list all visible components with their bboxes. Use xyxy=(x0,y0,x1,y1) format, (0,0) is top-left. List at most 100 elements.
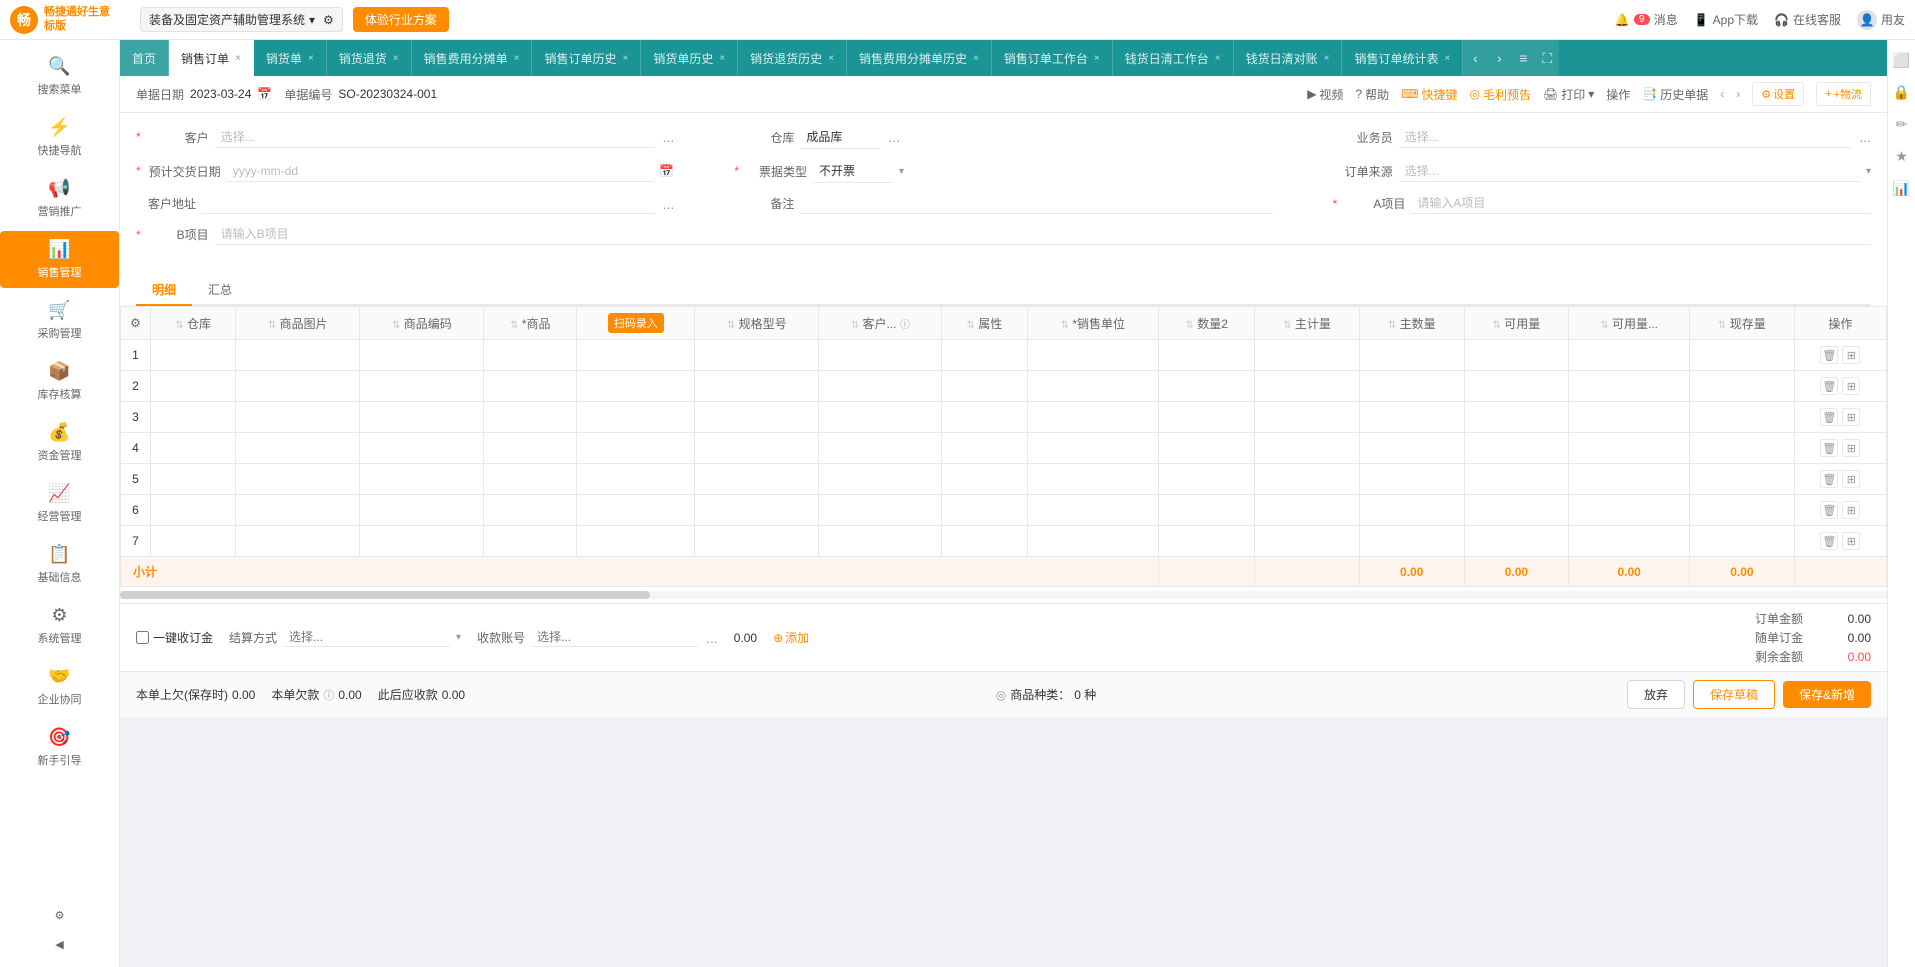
delivery-cal-icon[interactable]: 📅 xyxy=(659,164,674,178)
system-selector[interactable]: 装备及固定资产辅助管理系统 ▾ ⚙ xyxy=(140,7,343,32)
history-btn[interactable]: 📑 历史单据 xyxy=(1642,86,1708,103)
shortcut-btn[interactable]: ⌨ 快捷键 xyxy=(1401,86,1457,103)
col-product[interactable]: ⇅ *商品 xyxy=(484,307,577,340)
right-panel-icon-4[interactable]: ★ xyxy=(1890,144,1914,168)
sidebar-item-management[interactable]: 📈 经营管理 xyxy=(0,475,119,532)
user-btn[interactable]: 👤 用友 xyxy=(1857,10,1905,30)
sidebar-item-purchase[interactable]: 🛒 采购管理 xyxy=(0,292,119,349)
row-delete-btn[interactable]: 🗑 xyxy=(1820,501,1838,519)
right-panel-icon-1[interactable]: ⬜ xyxy=(1890,48,1914,72)
col-customer-code[interactable]: ⇅ 客户... ⓘ xyxy=(819,307,942,340)
salesperson-more-btn[interactable]: ... xyxy=(1859,129,1871,145)
tab-goods-history[interactable]: 销货单历史 × xyxy=(641,40,738,76)
print-btn[interactable]: 🖨 打印 ▾ xyxy=(1543,86,1594,103)
tab-close-icon[interactable]: × xyxy=(828,53,834,64)
tab-close-icon[interactable]: × xyxy=(514,53,520,64)
calendar-icon[interactable]: 📅 xyxy=(257,87,272,101)
tab-close-icon[interactable]: × xyxy=(719,53,725,64)
notice-btn[interactable]: 🔔 9 消息 xyxy=(1615,11,1678,28)
tab-summary[interactable]: 汇总 xyxy=(192,275,248,306)
info-icon[interactable]: ⓘ xyxy=(323,687,334,703)
tab-sales-goods[interactable]: 销货单 × xyxy=(254,40,327,76)
tab-close-icon[interactable]: × xyxy=(1215,53,1221,64)
tab-cashflow-reconcile[interactable]: 钱货日清对账 × xyxy=(1234,40,1343,76)
customer-more-btn[interactable]: ... xyxy=(663,129,675,145)
col-warehouse[interactable]: ⇅ 仓库 xyxy=(151,307,236,340)
online-service-btn[interactable]: 🎧 在线客服 xyxy=(1774,11,1841,28)
tab-next-btn[interactable]: › xyxy=(1487,40,1511,76)
sidebar-item-basic-info[interactable]: 📋 基础信息 xyxy=(0,536,119,593)
right-panel-icon-3[interactable]: ✏ xyxy=(1890,112,1914,136)
tab-close-icon[interactable]: × xyxy=(308,53,314,64)
sidebar-item-finance[interactable]: 💰 资金管理 xyxy=(0,414,119,471)
col-qty2[interactable]: ⇅ 数量2 xyxy=(1159,307,1255,340)
col-main-unit[interactable]: ⇅ 主计量 xyxy=(1255,307,1360,340)
right-panel-icon-2[interactable]: 🔒 xyxy=(1890,80,1914,104)
tab-prev-btn[interactable]: ‹ xyxy=(1463,40,1487,76)
row-copy-btn[interactable]: ⊞ xyxy=(1842,501,1860,519)
col-image[interactable]: ⇅ 商品图片 xyxy=(236,307,360,340)
sidebar-item-marketing[interactable]: 📢 营销推广 xyxy=(0,170,119,227)
warehouse-more-btn[interactable]: ... xyxy=(888,129,900,145)
tab-close-icon[interactable]: × xyxy=(973,53,979,64)
sidebar-item-collab[interactable]: 🤝 企业协同 xyxy=(0,658,119,715)
payment-input[interactable] xyxy=(283,628,450,647)
tab-close-icon[interactable]: × xyxy=(622,53,628,64)
address-input[interactable] xyxy=(202,193,655,214)
account-input[interactable] xyxy=(531,628,698,647)
gear-icon[interactable]: ⚙ xyxy=(323,13,334,27)
add-deposit-btn[interactable]: ⊕ 添加 xyxy=(773,629,809,646)
one-click-deposit-checkbox[interactable]: 一键收订金 xyxy=(136,629,213,646)
row-delete-btn[interactable]: 🗑 xyxy=(1820,532,1838,550)
sidebar-collapse-btn[interactable]: ◀ xyxy=(0,930,119,959)
profit-btn[interactable]: ◎ 毛利预告 xyxy=(1469,86,1531,103)
sidebar-settings-btn[interactable]: ⚙ xyxy=(0,901,119,930)
row-delete-btn[interactable]: 🗑 xyxy=(1820,470,1838,488)
logistics-btn[interactable]: + +物流 xyxy=(1816,82,1871,106)
tab-goods-return[interactable]: 销货退货 × xyxy=(327,40,412,76)
sidebar-item-system[interactable]: ⚙ 系统管理 xyxy=(0,597,119,654)
salesperson-input[interactable] xyxy=(1399,127,1852,148)
row-copy-btn[interactable]: ⊞ xyxy=(1842,439,1860,457)
scan-btn[interactable]: 扫码录入 xyxy=(608,313,664,333)
discard-btn[interactable]: 放弃 xyxy=(1627,680,1685,709)
right-panel-icon-5[interactable]: 📊 xyxy=(1890,176,1914,200)
sidebar-item-guide[interactable]: 🎯 新手引导 xyxy=(0,719,119,776)
row-copy-btn[interactable]: ⊞ xyxy=(1842,470,1860,488)
horizontal-scrollbar[interactable] xyxy=(120,591,1887,599)
row-delete-btn[interactable]: 🗑 xyxy=(1820,377,1838,395)
col-main-qty[interactable]: ⇅ 主数量 xyxy=(1359,307,1464,340)
customer-input[interactable] xyxy=(215,127,655,148)
save-draft-btn[interactable]: 保存草稿 xyxy=(1693,680,1775,709)
tab-close-icon[interactable]: × xyxy=(235,53,241,64)
app-download-btn[interactable]: 📱 App下载 xyxy=(1694,11,1758,28)
row-copy-btn[interactable]: ⊞ xyxy=(1842,408,1860,426)
tab-fee-history[interactable]: 销售费用分摊单历史 × xyxy=(847,40,992,76)
tab-menu-btn[interactable]: ≡ xyxy=(1511,40,1535,76)
tab-sales-fee[interactable]: 销售费用分摊单 × xyxy=(412,40,533,76)
tab-close-icon[interactable]: × xyxy=(1324,53,1330,64)
delivery-input[interactable] xyxy=(227,161,654,182)
tab-home[interactable]: 首页 xyxy=(120,40,169,76)
view-btn[interactable]: ▶ 视频 xyxy=(1307,86,1343,103)
row-copy-btn[interactable]: ⊞ xyxy=(1842,346,1860,364)
tab-return-history[interactable]: 销货退货历史 × xyxy=(738,40,847,76)
project-b-input[interactable] xyxy=(215,224,1871,245)
col-attributes[interactable]: ⇅ 属性 xyxy=(942,307,1027,340)
tab-detail[interactable]: 明细 xyxy=(136,275,192,306)
row-delete-btn[interactable]: 🗑 xyxy=(1820,408,1838,426)
tab-close-icon[interactable]: × xyxy=(393,53,399,64)
nav-next-icon[interactable]: › xyxy=(1736,87,1740,101)
row-copy-btn[interactable]: ⊞ xyxy=(1842,532,1860,550)
tab-close-icon[interactable]: × xyxy=(1444,53,1450,64)
tab-sales-history[interactable]: 销售订单历史 × xyxy=(532,40,641,76)
save-new-btn[interactable]: 保存&新增 xyxy=(1783,681,1871,708)
col-stock[interactable]: ⇅ 现存量 xyxy=(1690,307,1795,340)
industry-btn[interactable]: 体验行业方案 xyxy=(353,7,449,32)
sidebar-item-inventory[interactable]: 📦 库存核算 xyxy=(0,353,119,410)
project-a-input[interactable] xyxy=(1411,193,1871,214)
invoice-arrow-icon[interactable]: ▾ xyxy=(899,166,904,177)
row-copy-btn[interactable]: ⊞ xyxy=(1842,377,1860,395)
sidebar-item-quicknav[interactable]: ⚡ 快捷导航 xyxy=(0,109,119,166)
tab-fullscreen-btn[interactable]: ⛶ xyxy=(1535,40,1559,76)
